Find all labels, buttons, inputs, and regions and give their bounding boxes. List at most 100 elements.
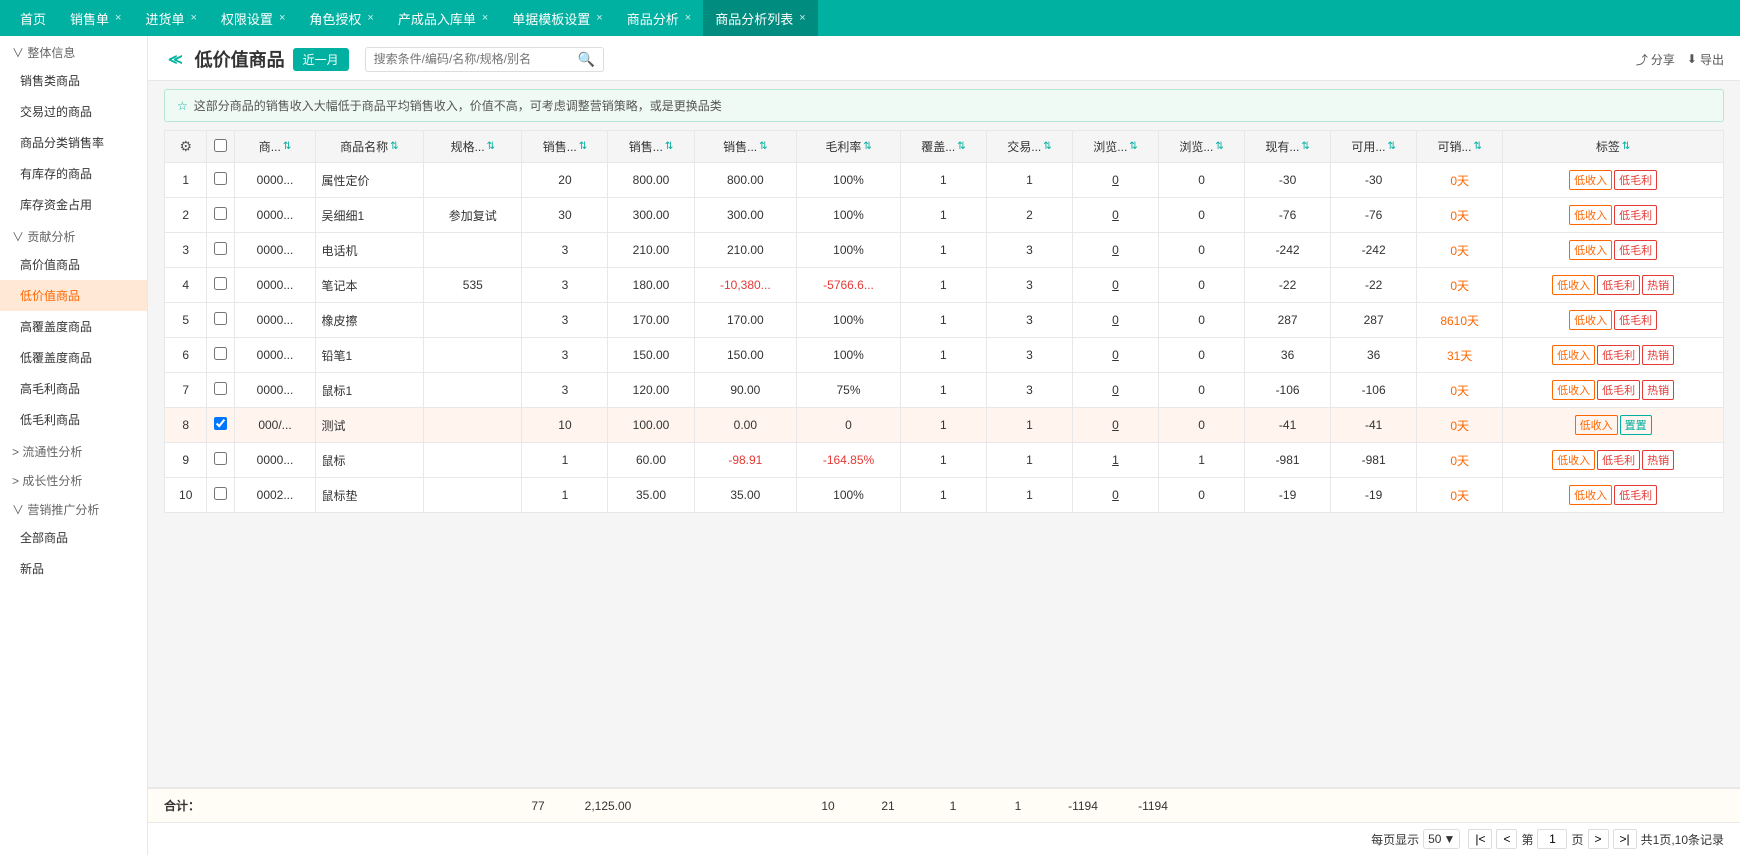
row-checkbox[interactable] <box>214 207 227 220</box>
sidebar-item-new-products[interactable]: 新品 <box>0 553 147 584</box>
sidebar-group-contribution[interactable]: ∨ 贡献分析 <box>0 220 147 249</box>
sidebar-group-overall[interactable]: ∨ 整体信息 <box>0 36 147 65</box>
nav-finished-goods[interactable]: 产成品入库单 × <box>386 0 500 36</box>
page-number-input[interactable] <box>1537 829 1567 849</box>
sidebar-item-stocked-products[interactable]: 有库存的商品 <box>0 158 147 189</box>
row-checkbox-cell[interactable] <box>207 268 235 303</box>
row-checkbox[interactable] <box>214 452 227 465</box>
sidebar-item-traded-products[interactable]: 交易过的商品 <box>0 96 147 127</box>
row-checkbox[interactable] <box>214 312 227 325</box>
sort-icon: ⇅ <box>863 141 871 152</box>
row-checkbox-cell[interactable] <box>207 408 235 443</box>
col-code[interactable]: 商...⇅ <box>235 131 315 163</box>
sidebar-item-category-sales[interactable]: 商品分类销售率 <box>0 127 147 158</box>
next-page-button[interactable]: > <box>1588 829 1609 849</box>
row-checkbox[interactable] <box>214 242 227 255</box>
close-icon[interactable]: × <box>190 12 196 24</box>
row-checkbox[interactable] <box>214 487 227 500</box>
col-stock1[interactable]: 现有...⇅ <box>1245 131 1331 163</box>
col-stock3[interactable]: 可销...⇅ <box>1417 131 1503 163</box>
browse-link[interactable]: 0 <box>1112 383 1119 397</box>
col-tags[interactable]: 标签⇅ <box>1503 131 1724 163</box>
nav-home[interactable]: 首页 <box>8 0 58 36</box>
filter-button[interactable]: 近一月 <box>293 48 349 71</box>
col-browse1[interactable]: 浏览...⇅ <box>1072 131 1158 163</box>
browse-link[interactable]: 0 <box>1112 418 1119 432</box>
export-button[interactable]: ⬇ 导出 <box>1687 51 1724 68</box>
sidebar-item-low-coverage[interactable]: 低覆盖度商品 <box>0 342 147 373</box>
col-spec[interactable]: 规格...⇅ <box>424 131 522 163</box>
col-trade[interactable]: 交易...⇅ <box>986 131 1072 163</box>
row-checkbox-cell[interactable] <box>207 373 235 408</box>
sidebar-item-high-profit[interactable]: 高毛利商品 <box>0 373 147 404</box>
nav-roles[interactable]: 角色授权 × <box>297 0 385 36</box>
close-icon[interactable]: × <box>799 12 805 24</box>
nav-product-analysis[interactable]: 商品分析 × <box>615 0 703 36</box>
last-page-button[interactable]: >| <box>1613 829 1637 849</box>
row-checkbox-cell[interactable] <box>207 163 235 198</box>
row-checkbox[interactable] <box>214 172 227 185</box>
search-icon[interactable]: 🔍 <box>578 51 595 68</box>
col-margin[interactable]: 毛利率⇅ <box>797 131 901 163</box>
browse-link[interactable]: 0 <box>1112 313 1119 327</box>
row-stock2: -19 <box>1331 478 1417 513</box>
sidebar-item-all-products[interactable]: 全部商品 <box>0 522 147 553</box>
share-button[interactable]: ⤴ 分享 <box>1636 51 1675 68</box>
row-checkbox-cell[interactable] <box>207 338 235 373</box>
close-icon[interactable]: × <box>115 12 121 24</box>
nav-permissions[interactable]: 权限设置 × <box>209 0 297 36</box>
row-checkbox-cell[interactable] <box>207 233 235 268</box>
browse-link[interactable]: 0 <box>1112 173 1119 187</box>
row-tags: 低收入低毛利热销 <box>1503 443 1724 478</box>
browse-link[interactable]: 0 <box>1112 208 1119 222</box>
select-all-checkbox[interactable] <box>214 139 227 152</box>
sidebar-item-sales-products[interactable]: 销售类商品 <box>0 65 147 96</box>
browse-link[interactable]: 0 <box>1112 348 1119 362</box>
nav-template-settings[interactable]: 单据模板设置 × <box>500 0 614 36</box>
row-checkbox[interactable] <box>214 382 227 395</box>
search-input[interactable] <box>374 52 574 66</box>
nav-sales[interactable]: 销售单 × <box>58 0 133 36</box>
nav-purchase[interactable]: 进货单 × <box>133 0 208 36</box>
sidebar-item-low-profit[interactable]: 低毛利商品 <box>0 404 147 435</box>
sidebar-group-circulation[interactable]: > 流通性分析 <box>0 435 147 464</box>
sidebar-item-stock-capital[interactable]: 库存资金占用 <box>0 189 147 220</box>
first-page-button[interactable]: |< <box>1468 829 1492 849</box>
sidebar-item-low-value[interactable]: 低价值商品 <box>0 280 147 311</box>
row-checkbox[interactable] <box>214 417 227 430</box>
col-sales3[interactable]: 销售...⇅ <box>694 131 797 163</box>
sidebar-group-growth[interactable]: > 成长性分析 <box>0 464 147 493</box>
browse-link[interactable]: 0 <box>1112 243 1119 257</box>
close-icon[interactable]: × <box>279 12 285 24</box>
browse-link[interactable]: 0 <box>1112 488 1119 502</box>
row-checkbox-cell[interactable] <box>207 443 235 478</box>
close-icon[interactable]: × <box>685 12 691 24</box>
prev-page-button[interactable]: < <box>1496 829 1517 849</box>
sidebar-group-marketing[interactable]: ∨ 营销推广分析 <box>0 493 147 522</box>
row-checkbox-cell[interactable] <box>207 198 235 233</box>
col-coverage[interactable]: 覆盖...⇅ <box>900 131 986 163</box>
row-checkbox[interactable] <box>214 277 227 290</box>
row-checkbox[interactable] <box>214 347 227 360</box>
row-checkbox-cell[interactable] <box>207 303 235 338</box>
sidebar-item-high-value[interactable]: 高价值商品 <box>0 249 147 280</box>
col-stock2[interactable]: 可用...⇅ <box>1331 131 1417 163</box>
browse-link[interactable]: 0 <box>1112 278 1119 292</box>
page-size-value: 50 <box>1428 832 1441 846</box>
col-name[interactable]: 商品名称⇅ <box>315 131 424 163</box>
browse-link[interactable]: 1 <box>1112 453 1119 467</box>
col-settings[interactable]: ⚙ <box>165 131 207 163</box>
close-icon[interactable]: × <box>367 12 373 24</box>
col-browse2[interactable]: 浏览...⇅ <box>1159 131 1245 163</box>
row-tags: 低收入低毛利 <box>1503 478 1724 513</box>
close-icon[interactable]: × <box>596 12 602 24</box>
close-icon[interactable]: × <box>482 12 488 24</box>
nav-product-analysis-list[interactable]: 商品分析列表 × <box>703 0 817 36</box>
col-checkbox[interactable] <box>207 131 235 163</box>
sidebar-item-high-coverage[interactable]: 高覆盖度商品 <box>0 311 147 342</box>
page-size-select[interactable]: 50 ▼ <box>1423 829 1460 849</box>
row-checkbox-cell[interactable] <box>207 478 235 513</box>
col-sales1[interactable]: 销售...⇅ <box>522 131 608 163</box>
col-sales2[interactable]: 销售...⇅ <box>608 131 694 163</box>
collapse-button[interactable]: ≪ <box>164 51 187 68</box>
